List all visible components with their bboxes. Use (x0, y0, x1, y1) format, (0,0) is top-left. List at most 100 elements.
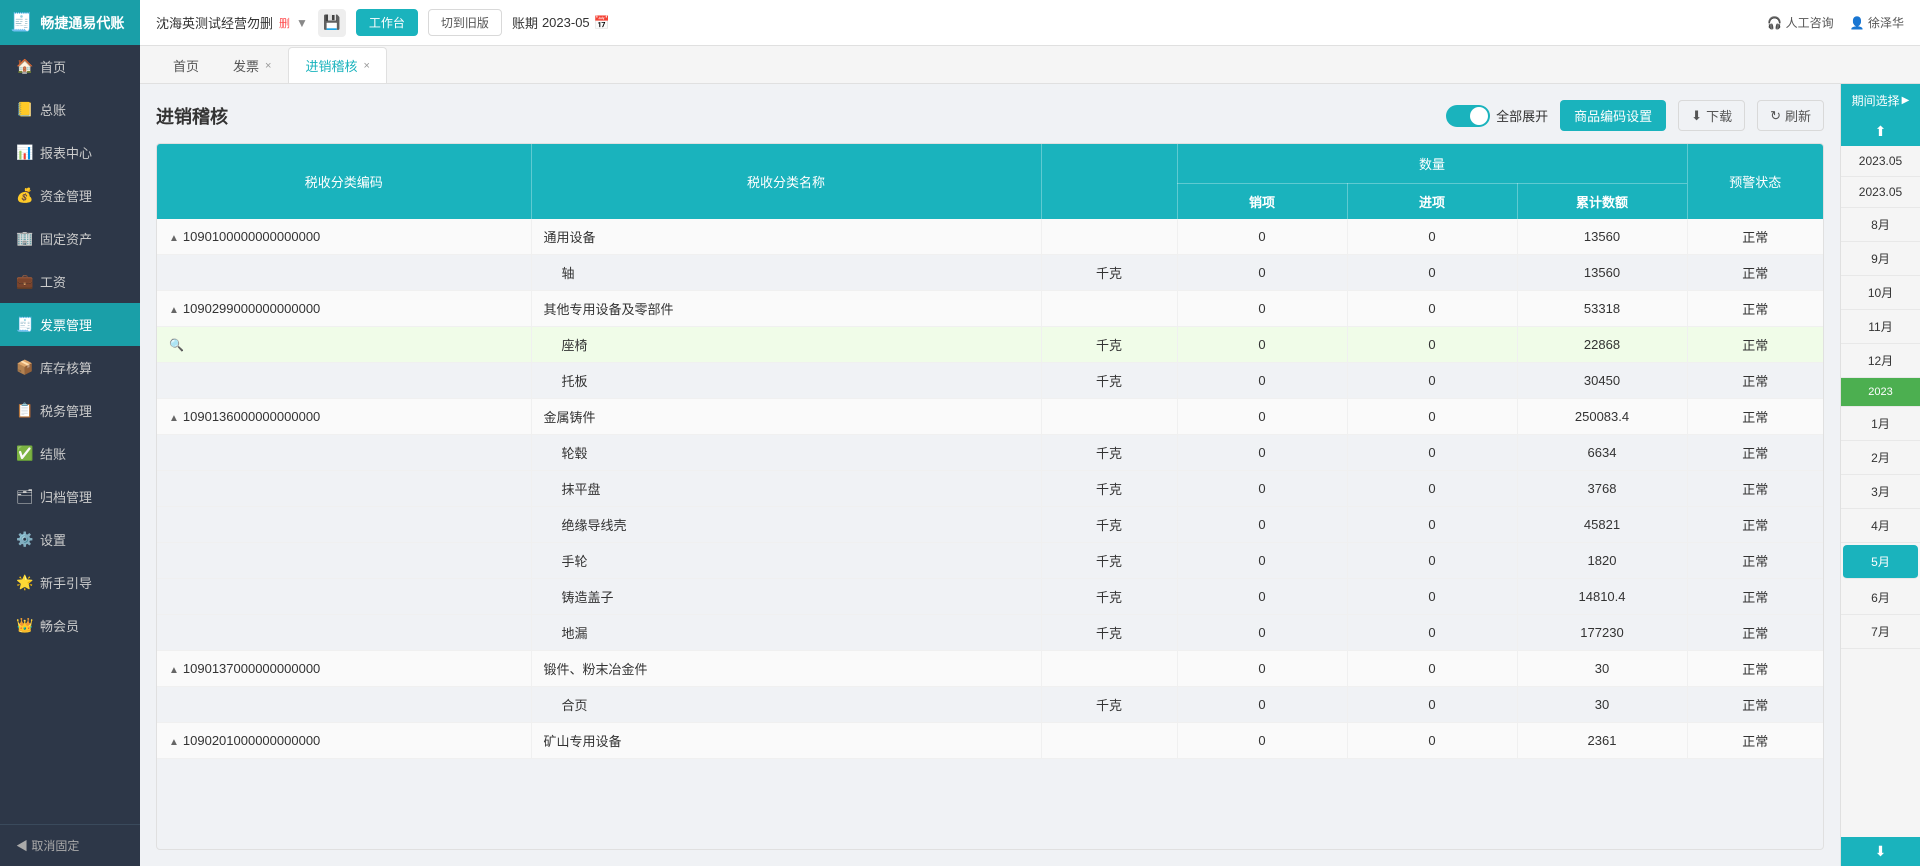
row-name: 地漏 (531, 615, 1041, 651)
row-code (157, 579, 531, 615)
main-content: 沈海英测试经营勿删 删 ▼ 💾 工作台 切到旧版 账期 2023-05 📅 🎧 … (140, 0, 1920, 866)
sidebar-item-guide[interactable]: 🌟 新手引导 (0, 561, 140, 604)
period-item[interactable]: 11月 (1841, 310, 1920, 344)
period-item[interactable]: 8月 (1841, 208, 1920, 242)
company-dropdown-icon[interactable]: ▼ (296, 16, 308, 30)
collapse-icon[interactable]: ▲ (169, 665, 179, 676)
col-header-sales: 销项 (1177, 184, 1347, 220)
period-item[interactable]: 9月 (1841, 242, 1920, 276)
workbench-button[interactable]: 工作台 (356, 9, 418, 36)
collapse-icon[interactable]: ▲ (169, 233, 179, 244)
row-unit: 千克 (1041, 435, 1177, 471)
stock-icon: 📦 (16, 359, 32, 376)
period-item[interactable]: 2023.05 (1841, 146, 1920, 177)
sidebar-item-settle[interactable]: ✅ 结账 (0, 432, 140, 475)
app-name: 畅捷通易代账 (40, 13, 124, 33)
row-unit: 千克 (1041, 543, 1177, 579)
user-avatar-icon: 👤 (1850, 16, 1865, 30)
sidebar-item-member[interactable]: 👑 畅会员 (0, 604, 140, 647)
period-year-marker[interactable]: 2023 (1841, 378, 1920, 407)
row-sales: 0 (1177, 327, 1347, 363)
period-item[interactable]: 2023.05 (1841, 177, 1920, 208)
sidebar-item-home[interactable]: 🏠 首页 (0, 45, 140, 88)
sidebar-item-invoice[interactable]: 🧾 发票管理 (0, 303, 140, 346)
period-item[interactable]: 6月 (1841, 581, 1920, 615)
calendar-icon[interactable]: 📅 (594, 15, 610, 31)
row-status: 正常 (1687, 687, 1823, 723)
save-icon-btn[interactable]: 💾 (318, 9, 346, 37)
row-purchase: 0 (1347, 723, 1517, 759)
table-row: ▲1090100000000000000 通用设备 0 0 13560 正常 (157, 219, 1823, 255)
tab-reconcile-label: 进销稽核 (305, 56, 357, 75)
row-purchase: 0 (1347, 327, 1517, 363)
collapse-icon[interactable]: ▲ (169, 305, 179, 316)
sidebar-item-label: 报表中心 (40, 143, 92, 162)
sidebar-item-label: 畅会员 (40, 616, 79, 635)
period-panel-header[interactable]: 期间选择 ▶ (1841, 84, 1920, 117)
toggle-track[interactable] (1446, 105, 1490, 127)
refresh-button[interactable]: ↻ 刷新 (1757, 100, 1824, 131)
search-icon[interactable]: 🔍 (169, 338, 184, 352)
tab-invoice-close[interactable]: × (265, 60, 271, 72)
period-item[interactable]: 3月 (1841, 475, 1920, 509)
period-item[interactable]: 4月 (1841, 509, 1920, 543)
collapse-icon[interactable]: ▲ (169, 737, 179, 748)
panel-arrow-icon: ▶ (1902, 95, 1910, 106)
row-purchase: 0 (1347, 291, 1517, 327)
col-header-unit (1041, 144, 1177, 219)
sidebar-item-fund[interactable]: 💰 资金管理 (0, 174, 140, 217)
download-button[interactable]: ⬇ 下载 (1678, 100, 1745, 131)
period-item[interactable]: 2月 (1841, 441, 1920, 475)
page-wrapper: 进销稽核 全部展开 商品编码设置 ⬇ 下载 ↻ 刷 (140, 84, 1920, 866)
right-period-panel: 期间选择 ▶ ⬆ 2023.05 2023.05 8月 9月 10月 11月 1… (1840, 84, 1920, 866)
sidebar-item-tax[interactable]: 📋 税务管理 (0, 389, 140, 432)
fund-icon: 💰 (16, 187, 32, 204)
period-item[interactable]: 10月 (1841, 276, 1920, 310)
period-item-active[interactable]: 5月 (1843, 545, 1918, 579)
company-delete[interactable]: 删 (279, 15, 290, 31)
table-row: 地漏 千克 0 0 177230 正常 (157, 615, 1823, 651)
period-nav-down[interactable]: ⬇ (1841, 837, 1920, 866)
row-total: 2361 (1517, 723, 1687, 759)
row-name: 座椅 (531, 327, 1041, 363)
row-sales: 0 (1177, 219, 1347, 255)
sidebar-item-settings[interactable]: ⚙️ 设置 (0, 518, 140, 561)
sidebar-item-ledger[interactable]: 📒 总账 (0, 88, 140, 131)
data-table-wrapper: 税收分类编码 税收分类名称 数量 预警状态 销项 进项 累计数额 (156, 143, 1824, 850)
sidebar-item-report[interactable]: 📊 报表中心 (0, 131, 140, 174)
sidebar-item-salary[interactable]: 💼 工资 (0, 260, 140, 303)
row-code: ▲1090201000000000000 (157, 723, 531, 759)
collapse-icon[interactable]: ▲ (169, 413, 179, 424)
switch-version-button[interactable]: 切到旧版 (428, 9, 502, 36)
row-status: 正常 (1687, 399, 1823, 435)
row-status: 正常 (1687, 579, 1823, 615)
sidebar-item-asset[interactable]: 🏢 固定资产 (0, 217, 140, 260)
row-purchase: 0 (1347, 579, 1517, 615)
product-code-setting-button[interactable]: 商品编码设置 (1560, 100, 1666, 131)
sidebar-item-label: 新手引导 (40, 573, 92, 592)
expand-toggle[interactable]: 全部展开 (1446, 105, 1548, 127)
tab-reconcile-close[interactable]: × (363, 60, 369, 72)
row-sales: 0 (1177, 615, 1347, 651)
sidebar-unpin[interactable]: ◀ 取消固定 (0, 824, 140, 866)
row-total: 250083.4 (1517, 399, 1687, 435)
tab-reconcile[interactable]: 进销稽核 × (288, 47, 386, 83)
row-code (157, 615, 531, 651)
period-item[interactable]: 7月 (1841, 615, 1920, 649)
support-link[interactable]: 🎧 人工咨询 (1767, 14, 1833, 31)
period-item[interactable]: 12月 (1841, 344, 1920, 378)
row-total: 22868 (1517, 327, 1687, 363)
sidebar-item-archive[interactable]: 🗂 归档管理 (0, 475, 140, 518)
tab-invoice[interactable]: 发票 × (216, 47, 288, 83)
period-item[interactable]: 1月 (1841, 407, 1920, 441)
sidebar-item-stock[interactable]: 📦 库存核算 (0, 346, 140, 389)
row-name: 其他专用设备及零部件 (531, 291, 1041, 327)
company-selector[interactable]: 沈海英测试经营勿删 删 ▼ (156, 13, 308, 32)
row-status: 正常 (1687, 507, 1823, 543)
table-row: 轴 千克 0 0 13560 正常 (157, 255, 1823, 291)
user-profile[interactable]: 👤 徐泽华 (1850, 14, 1904, 31)
member-icon: 👑 (16, 617, 32, 634)
headset-icon: 🎧 (1767, 16, 1782, 30)
tab-home[interactable]: 首页 (156, 47, 216, 83)
period-nav-up[interactable]: ⬆ (1841, 117, 1920, 146)
